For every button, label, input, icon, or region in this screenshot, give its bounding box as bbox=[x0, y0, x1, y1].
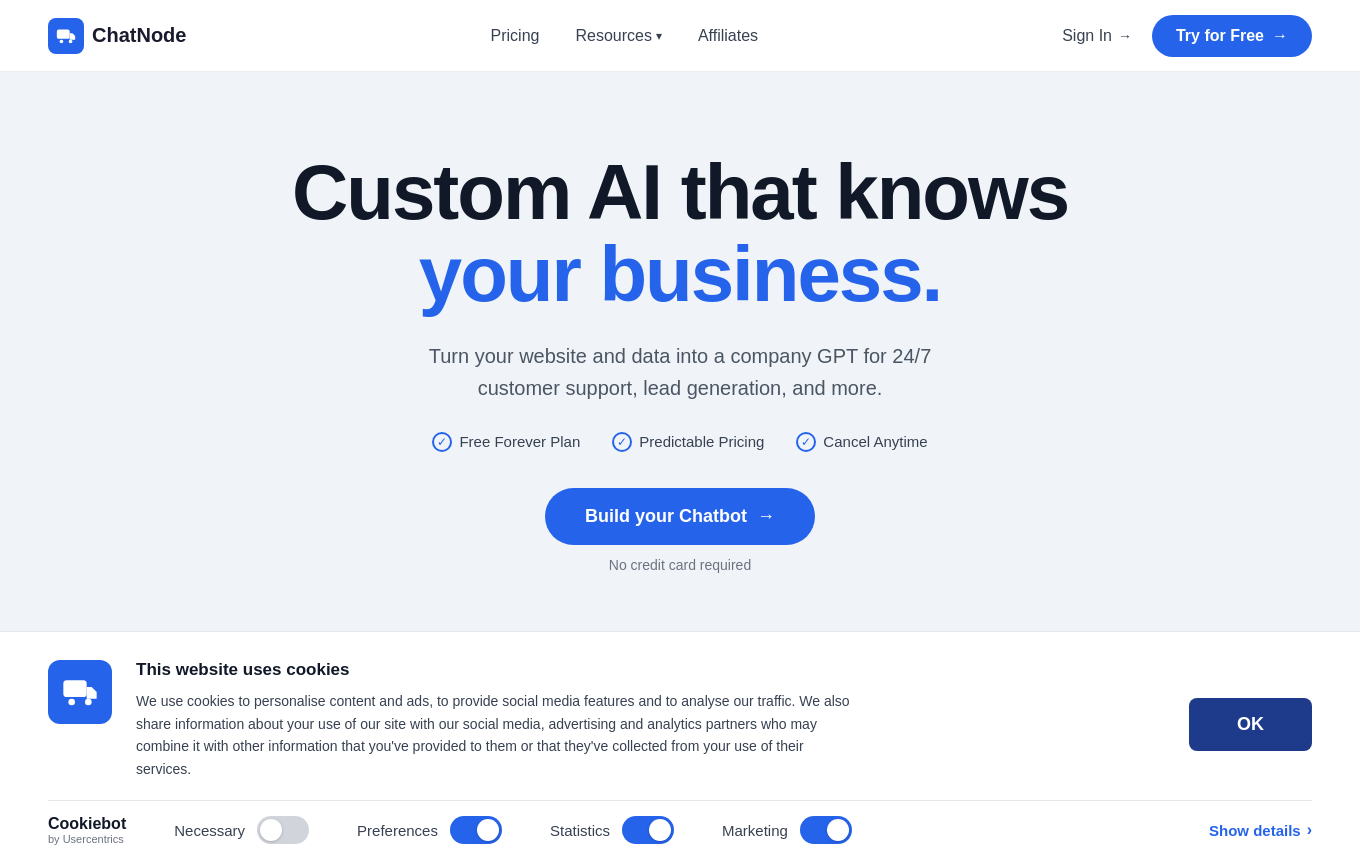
nav-affiliates[interactable]: Affiliates bbox=[698, 27, 758, 45]
cookie-main-content: This website uses cookies We use cookies… bbox=[0, 632, 1360, 800]
hero-section: Custom AI that knows your business. Turn… bbox=[0, 72, 1360, 613]
logo-text: ChatNode bbox=[92, 24, 186, 47]
svg-point-5 bbox=[85, 699, 92, 706]
cookie-body: We use cookies to personalise content an… bbox=[136, 690, 856, 780]
logo[interactable]: ChatNode bbox=[48, 18, 186, 54]
nav-actions: Sign In → Try for Free → bbox=[1062, 15, 1312, 57]
toggle-necessary: Necessary bbox=[174, 816, 309, 844]
badge-free-plan: ✓ Free Forever Plan bbox=[432, 432, 580, 452]
toggle-group: Necessary Preferences Statistics bbox=[174, 816, 1161, 844]
marketing-toggle[interactable] bbox=[800, 816, 852, 844]
logo-icon bbox=[48, 18, 84, 54]
check-icon: ✓ bbox=[612, 432, 632, 452]
statistics-label: Statistics bbox=[550, 822, 610, 839]
arrow-right-icon: → bbox=[1272, 27, 1288, 45]
cookie-text-block: This website uses cookies We use cookies… bbox=[136, 660, 1165, 780]
navbar: ChatNode Pricing Resources ▾ Affiliates … bbox=[0, 0, 1360, 72]
preferences-knob bbox=[477, 819, 499, 841]
check-icon: ✓ bbox=[432, 432, 452, 452]
statistics-toggle[interactable] bbox=[622, 816, 674, 844]
chevron-down-icon: ▾ bbox=[656, 29, 662, 43]
nav-pricing[interactable]: Pricing bbox=[491, 27, 540, 45]
brand-sub: by Usercentrics bbox=[48, 833, 124, 845]
preferences-label: Preferences bbox=[357, 822, 438, 839]
try-free-button[interactable]: Try for Free → bbox=[1152, 15, 1312, 57]
preferences-track bbox=[450, 816, 502, 844]
necessary-knob bbox=[260, 819, 282, 841]
hero-subtitle: Turn your website and data into a compan… bbox=[400, 340, 960, 404]
chevron-right-icon: › bbox=[1307, 821, 1312, 839]
check-icon: ✓ bbox=[796, 432, 816, 452]
necessary-label: Necessary bbox=[174, 822, 245, 839]
svg-rect-0 bbox=[57, 29, 70, 38]
cookie-logo bbox=[48, 660, 112, 724]
hero-badges: ✓ Free Forever Plan ✓ Predictable Pricin… bbox=[432, 432, 927, 452]
toggle-statistics: Statistics bbox=[550, 816, 674, 844]
badge-predictable-pricing: ✓ Predictable Pricing bbox=[612, 432, 764, 452]
brand-name: Cookiebot bbox=[48, 815, 126, 833]
preferences-toggle[interactable] bbox=[450, 816, 502, 844]
nav-resources[interactable]: Resources ▾ bbox=[575, 27, 661, 45]
toggle-preferences: Preferences bbox=[357, 816, 502, 844]
svg-point-2 bbox=[69, 39, 73, 43]
no-credit-card-text: No credit card required bbox=[609, 557, 751, 573]
cookie-banner: This website uses cookies We use cookies… bbox=[0, 631, 1360, 859]
signin-link[interactable]: Sign In → bbox=[1062, 27, 1132, 45]
cookie-title: This website uses cookies bbox=[136, 660, 1165, 680]
marketing-knob bbox=[827, 819, 849, 841]
cookie-ok-button[interactable]: OK bbox=[1189, 698, 1312, 751]
show-details-link[interactable]: Show details › bbox=[1209, 821, 1312, 839]
svg-point-1 bbox=[60, 39, 64, 43]
marketing-label: Marketing bbox=[722, 822, 788, 839]
hero-title: Custom AI that knows your business. bbox=[292, 152, 1068, 316]
statistics-knob bbox=[649, 819, 671, 841]
marketing-track bbox=[800, 816, 852, 844]
badge-cancel-anytime: ✓ Cancel Anytime bbox=[796, 432, 927, 452]
svg-rect-3 bbox=[63, 681, 86, 698]
cookie-controls: Cookiebot by Usercentrics Necessary Pref… bbox=[0, 801, 1360, 859]
cookiebot-brand: Cookiebot by Usercentrics bbox=[48, 815, 126, 845]
necessary-track bbox=[257, 816, 309, 844]
necessary-toggle[interactable] bbox=[257, 816, 309, 844]
statistics-track bbox=[622, 816, 674, 844]
arrow-right-icon: → bbox=[757, 506, 775, 527]
arrow-right-icon: → bbox=[1118, 28, 1132, 44]
build-chatbot-button[interactable]: Build your Chatbot → bbox=[545, 488, 815, 545]
svg-point-4 bbox=[68, 699, 75, 706]
nav-links: Pricing Resources ▾ Affiliates bbox=[491, 27, 759, 45]
toggle-marketing: Marketing bbox=[722, 816, 852, 844]
